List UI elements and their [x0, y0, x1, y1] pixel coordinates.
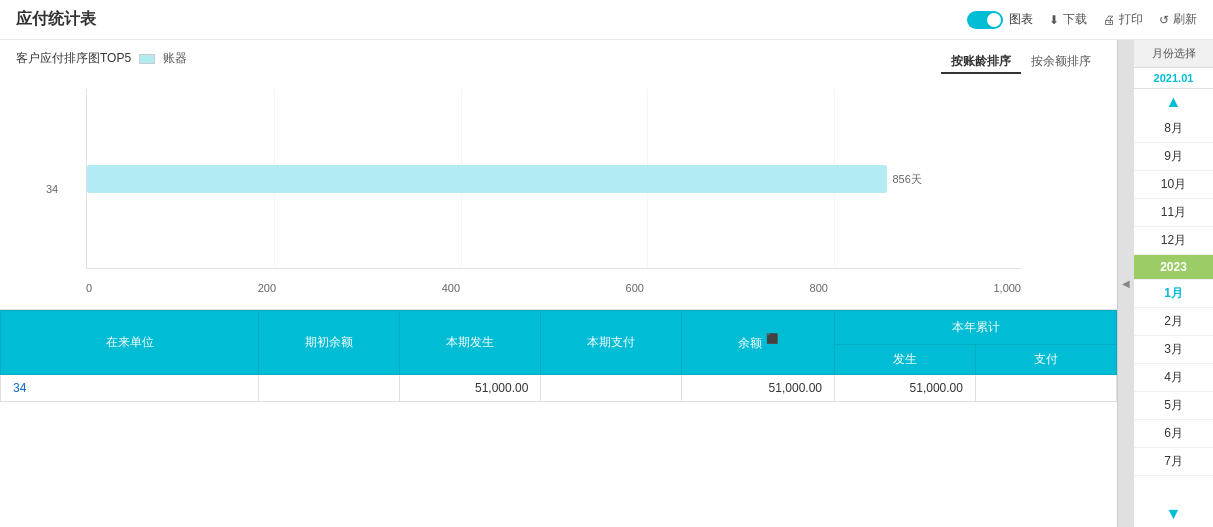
th-unit: 在来单位 [1, 311, 259, 375]
year-label-2023[interactable]: 2023 [1134, 255, 1213, 280]
month-item-4[interactable]: 4月 [1134, 364, 1213, 392]
month-item-9[interactable]: 9月 [1134, 143, 1213, 171]
month-item-2[interactable]: 2月 [1134, 308, 1213, 336]
month-item-3[interactable]: 3月 [1134, 336, 1213, 364]
month-sidebar: 月份选择 2021.01 ▲ 8月 9月 10月 11月 12月 2023 1月… [1133, 40, 1213, 527]
chart-sort-buttons: 按账龄排序 按余额排序 [941, 51, 1101, 74]
sidebar-down-btn[interactable]: ▼ [1134, 501, 1213, 527]
month-item-7[interactable]: 7月 [1134, 448, 1213, 476]
sort-by-amount-btn[interactable]: 按余额排序 [1021, 51, 1101, 74]
th-ytd-occur: 发生 [835, 345, 976, 375]
print-label: 打印 [1119, 11, 1143, 28]
page-title: 应付统计表 [16, 9, 96, 30]
collapse-icon: ◀ [1120, 278, 1131, 289]
cell-ytd-pay [975, 375, 1116, 402]
bar-fill [87, 165, 887, 193]
refresh-button[interactable]: ↺ 刷新 [1159, 11, 1197, 28]
legend-box [139, 54, 155, 64]
chart-header: 客户应付排序图TOP5 账器 按账龄排序 按余额排序 [16, 50, 1101, 75]
unit-link[interactable]: 34 [13, 381, 26, 395]
month-item-11[interactable]: 11月 [1134, 199, 1213, 227]
header-actions: 图表 ⬇ 下载 🖨 打印 ↺ 刷新 [967, 11, 1197, 29]
table-header-row-1: 在来单位 期初余额 本期发生 本期支付 余额 ⬛ 本年累计 [1, 311, 1117, 345]
chart-toggle-container: 图表 [967, 11, 1033, 29]
data-table: 在来单位 期初余额 本期发生 本期支付 余额 ⬛ 本年累计 发生 [0, 309, 1117, 527]
refresh-label: 刷新 [1173, 11, 1197, 28]
y-label: 34 [46, 183, 58, 195]
sidebar-current-value: 2021.01 [1134, 68, 1213, 89]
down-arrow-icon: ▼ [1166, 505, 1182, 523]
chart-section: 客户应付排序图TOP5 账器 按账龄排序 按余额排序 34 [0, 40, 1117, 309]
th-opening: 期初余额 [259, 311, 400, 375]
print-icon: 🖨 [1103, 13, 1115, 27]
month-item-8[interactable]: 8月 [1134, 115, 1213, 143]
chart-legend-title: 客户应付排序图TOP5 [16, 50, 131, 67]
sort-by-balance-btn[interactable]: 按账龄排序 [941, 51, 1021, 74]
month-item-10[interactable]: 10月 [1134, 171, 1213, 199]
th-current-occur: 本期发生 [400, 311, 541, 375]
balance-indicator: ⬛ [766, 333, 778, 344]
chart-toggle-label: 图表 [1009, 11, 1033, 28]
app-header: 应付统计表 图表 ⬇ 下载 🖨 打印 ↺ 刷新 [0, 0, 1213, 40]
x-label-200: 200 [258, 282, 276, 294]
cell-unit: 34 [1, 375, 259, 402]
sidebar-collapse-btn[interactable]: ◀ [1117, 40, 1133, 527]
chart-table-area: 客户应付排序图TOP5 账器 按账龄排序 按余额排序 34 [0, 40, 1117, 527]
sidebar-up-btn[interactable]: ▲ [1134, 89, 1213, 115]
month-item-6[interactable]: 6月 [1134, 420, 1213, 448]
th-ytd-pay: 支付 [975, 345, 1116, 375]
download-icon: ⬇ [1049, 13, 1059, 27]
th-ytd: 本年累计 [835, 311, 1117, 345]
main-content: 客户应付排序图TOP5 账器 按账龄排序 按余额排序 34 [0, 40, 1213, 527]
cell-opening [259, 375, 400, 402]
x-label-1000: 1,000 [993, 282, 1021, 294]
table-row: 34 51,000.00 51,000.00 51,000.00 [1, 375, 1117, 402]
month-item-12[interactable]: 12月 [1134, 227, 1213, 255]
month-item-1[interactable]: 1月 [1134, 280, 1213, 308]
bar-value-label: 856天 [887, 171, 922, 186]
download-button[interactable]: ⬇ 下载 [1049, 11, 1087, 28]
sidebar-months-list: 8月 9月 10月 11月 12月 2023 1月 2月 3月 4月 5月 6月… [1134, 115, 1213, 501]
chart-plot-area: 856天 [86, 89, 1021, 269]
x-label-400: 400 [442, 282, 460, 294]
chart-legend: 客户应付排序图TOP5 账器 [16, 50, 187, 67]
print-button[interactable]: 🖨 打印 [1103, 11, 1143, 28]
th-balance: 余额 ⬛ [682, 311, 835, 375]
sidebar-header: 月份选择 [1134, 40, 1213, 68]
cell-current-pay [541, 375, 682, 402]
download-label: 下载 [1063, 11, 1087, 28]
statistics-table: 在来单位 期初余额 本期发生 本期支付 余额 ⬛ 本年累计 发生 [0, 310, 1117, 402]
cell-current-occur: 51,000.00 [400, 375, 541, 402]
x-label-600: 600 [626, 282, 644, 294]
refresh-icon: ↺ [1159, 13, 1169, 27]
bar-chart: 34 856天 [36, 79, 1081, 299]
table-body: 34 51,000.00 51,000.00 51,000.00 [1, 375, 1117, 402]
x-label-0: 0 [86, 282, 92, 294]
cell-ytd-occur: 51,000.00 [835, 375, 976, 402]
x-axis-labels: 0 200 400 600 800 1,000 [86, 282, 1021, 294]
legend-label: 账器 [163, 50, 187, 67]
up-arrow-icon: ▲ [1166, 93, 1182, 111]
chart-toggle[interactable] [967, 11, 1003, 29]
x-label-800: 800 [810, 282, 828, 294]
cell-balance: 51,000.00 [682, 375, 835, 402]
month-item-5[interactable]: 5月 [1134, 392, 1213, 420]
th-current-pay: 本期支付 [541, 311, 682, 375]
